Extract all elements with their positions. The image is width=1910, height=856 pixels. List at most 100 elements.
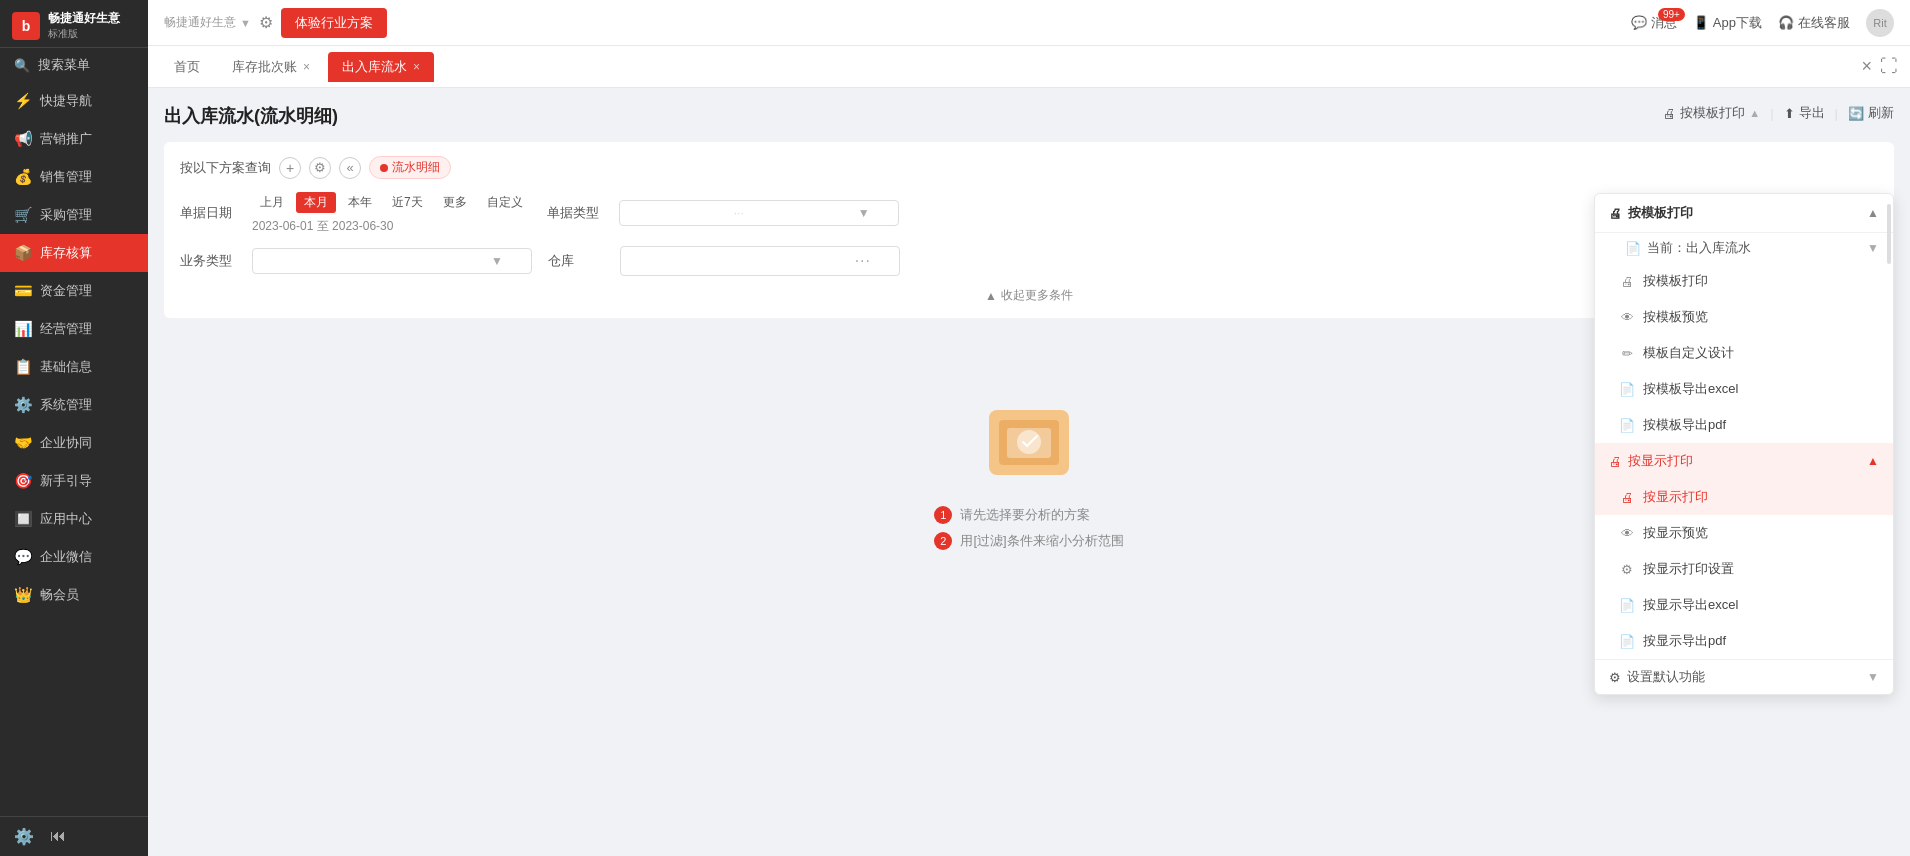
- dropdown-item-display-pdf[interactable]: 📄 按显示导出pdf: [1595, 623, 1893, 659]
- sidebar-item-quick-nav[interactable]: ⚡ 快捷导航: [0, 82, 148, 120]
- doc-type-select[interactable]: ··· ▼: [619, 200, 899, 226]
- sidebar-logo-text: 畅捷通好生意 标准版: [48, 10, 120, 41]
- tabbar: 首页 库存批次账 × 出入库流水 × × ⛶: [148, 46, 1910, 88]
- date-tabs-group: 上月 本月 本年 近7天 更多 自定义 2023-06-01 至 2023-06…: [252, 191, 531, 235]
- action-divider-1: |: [1770, 106, 1773, 121]
- sidebar-item-app-center[interactable]: 🔲 应用中心: [0, 500, 148, 538]
- sidebar-item-sales[interactable]: 💰 销售管理: [0, 158, 148, 196]
- dropdown-item-template-pdf[interactable]: 📄 按模板导出pdf: [1595, 407, 1893, 443]
- sidebar-item-member[interactable]: 👑 畅会员: [0, 576, 148, 614]
- display-pdf-label: 按显示导出pdf: [1643, 632, 1726, 650]
- app-download-icon: 📱: [1693, 15, 1709, 30]
- template-print-icon: 🖨: [1619, 273, 1635, 289]
- trial-button[interactable]: 体验行业方案: [281, 8, 387, 38]
- sidebar-item-basic[interactable]: 📋 基础信息: [0, 348, 148, 386]
- display-section-title-group: 🖨 按显示打印: [1609, 452, 1693, 470]
- company-badge: 标准版: [48, 27, 120, 41]
- export-button[interactable]: ⬆ 导出: [1784, 104, 1825, 122]
- step-2-num: 2: [934, 532, 952, 550]
- dropdown-display-section-header[interactable]: 🖨 按显示打印 ▲: [1595, 443, 1893, 479]
- dropdown-footer-label-group: ⚙ 设置默认功能: [1609, 668, 1705, 686]
- company-name: 畅捷通好生意: [48, 10, 120, 27]
- template-custom-label: 模板自定义设计: [1643, 344, 1734, 362]
- date-tab-last-month[interactable]: 上月: [252, 191, 292, 214]
- filter-add-button[interactable]: +: [279, 157, 301, 179]
- dropdown-item-display-preview[interactable]: 👁 按显示预览: [1595, 515, 1893, 551]
- company-selector[interactable]: 畅捷通好生意 ▼: [164, 14, 251, 31]
- sidebar-item-purchase[interactable]: 🛒 采购管理: [0, 196, 148, 234]
- sidebar-bottom: ⚙️ ⏮: [0, 816, 148, 856]
- basic-icon: 📋: [14, 358, 32, 376]
- tab-home-label: 首页: [174, 58, 200, 76]
- marketing-icon: 📢: [14, 130, 32, 148]
- step-2-text: 用[过滤]条件来缩小分析范围: [960, 532, 1123, 550]
- dropdown-item-display-print[interactable]: 🖨 按显示打印: [1595, 479, 1893, 515]
- chevron-right-icon: ▼: [1867, 241, 1879, 255]
- sidebar-settings-icon[interactable]: ⚙️: [14, 827, 34, 846]
- tab-inout-flow[interactable]: 出入库流水 ×: [328, 52, 434, 82]
- sidebar-item-enterprise[interactable]: 🤝 企业协同: [0, 424, 148, 462]
- online-service-button[interactable]: 🎧 在线客服: [1778, 14, 1850, 32]
- sidebar-collapse-icon[interactable]: ⏮: [50, 827, 66, 846]
- tab-fullscreen-button[interactable]: ⛶: [1880, 56, 1898, 77]
- topbar-settings-icon[interactable]: ⚙: [259, 13, 273, 32]
- dropdown-item-display-print-settings[interactable]: ⚙ 按显示打印设置: [1595, 551, 1893, 587]
- display-print-icon: 🖨: [1619, 489, 1635, 505]
- sidebar-item-wechat[interactable]: 💬 企业微信: [0, 538, 148, 576]
- warehouse-field[interactable]: ···: [620, 246, 900, 276]
- app-download-button[interactable]: 📱 App下载: [1693, 14, 1762, 32]
- sidebar-item-guide[interactable]: 🎯 新手引导: [0, 462, 148, 500]
- dropdown-item-template-custom[interactable]: ✏ 模板自定义设计: [1595, 335, 1893, 371]
- user-avatar[interactable]: Rit: [1866, 9, 1894, 37]
- tab-batch-account-close[interactable]: ×: [303, 60, 310, 74]
- dropdown-item-template-excel[interactable]: 📄 按模板导出excel: [1595, 371, 1893, 407]
- tab-batch-account[interactable]: 库存批次账 ×: [218, 52, 324, 82]
- dropdown-current-template[interactable]: 📄 当前：出入库流水 ▼: [1595, 233, 1893, 263]
- tab-close-all-button[interactable]: ×: [1861, 56, 1872, 77]
- sidebar-item-label: 企业协同: [40, 434, 92, 452]
- tab-inout-flow-label: 出入库流水: [342, 58, 407, 76]
- sidebar-item-label: 快捷导航: [40, 92, 92, 110]
- biz-type-label: 业务类型: [180, 252, 236, 270]
- biz-type-arrow: ▼: [491, 254, 503, 268]
- sidebar-item-label: 资金管理: [40, 282, 92, 300]
- sidebar-logo: b 畅捷通好生意 标准版: [0, 0, 148, 48]
- chevron-up-icon: ▲: [1749, 107, 1760, 119]
- refresh-button[interactable]: 🔄 刷新: [1848, 104, 1894, 122]
- sidebar-item-finance[interactable]: 💳 资金管理: [0, 272, 148, 310]
- sidebar-item-label: 采购管理: [40, 206, 92, 224]
- template-preview-label: 按模板预览: [1643, 308, 1708, 326]
- tab-batch-account-label: 库存批次账: [232, 58, 297, 76]
- sidebar-item-inventory[interactable]: 📦 库存核算: [0, 234, 148, 272]
- filter-collapse-button[interactable]: «: [339, 157, 361, 179]
- date-label: 单据日期: [180, 204, 236, 222]
- operations-icon: 📊: [14, 320, 32, 338]
- sidebar-item-system[interactable]: ⚙️ 系统管理: [0, 386, 148, 424]
- filter-settings-button[interactable]: ⚙: [309, 157, 331, 179]
- sidebar-item-marketing[interactable]: 📢 营销推广: [0, 120, 148, 158]
- dropdown-collapse-icon[interactable]: ▲: [1867, 206, 1879, 220]
- dropdown-title: 🖨 按模板打印: [1609, 204, 1693, 222]
- tab-inout-flow-close[interactable]: ×: [413, 60, 420, 74]
- display-print-label: 按显示打印: [1643, 488, 1708, 506]
- dropdown-item-display-excel[interactable]: 📄 按显示导出excel: [1595, 587, 1893, 623]
- date-tab-this-year[interactable]: 本年: [340, 191, 380, 214]
- system-icon: ⚙️: [14, 396, 32, 414]
- date-tab-this-month[interactable]: 本月: [296, 192, 336, 213]
- print-template-button[interactable]: 🖨 按模板打印 ▲: [1663, 104, 1760, 122]
- message-icon: 💬: [1631, 15, 1647, 30]
- tab-home[interactable]: 首页: [160, 52, 214, 82]
- dropdown-item-template-print[interactable]: 🖨 按模板打印: [1595, 263, 1893, 299]
- biz-type-select[interactable]: ▼: [252, 248, 532, 274]
- sidebar-item-operations[interactable]: 📊 经营管理: [0, 310, 148, 348]
- dropdown-footer-defaults[interactable]: ⚙ 设置默认功能 ▼: [1595, 659, 1893, 694]
- dropdown-item-template-preview[interactable]: 👁 按模板预览: [1595, 299, 1893, 335]
- date-tab-more[interactable]: 更多: [435, 191, 475, 214]
- empty-step-1: 1 请先选择要分析的方案: [934, 506, 1123, 524]
- filter-tag: 流水明细: [369, 156, 451, 179]
- date-tab-custom[interactable]: 自定义: [479, 191, 531, 214]
- sidebar-search[interactable]: 🔍 搜索菜单: [0, 48, 148, 82]
- action-bar: 🖨 按模板打印 ▲ | ⬆ 导出 | 🔄 刷新: [1663, 104, 1894, 122]
- message-button[interactable]: 💬 消息 99+: [1631, 14, 1677, 32]
- date-tab-last-7[interactable]: 近7天: [384, 191, 431, 214]
